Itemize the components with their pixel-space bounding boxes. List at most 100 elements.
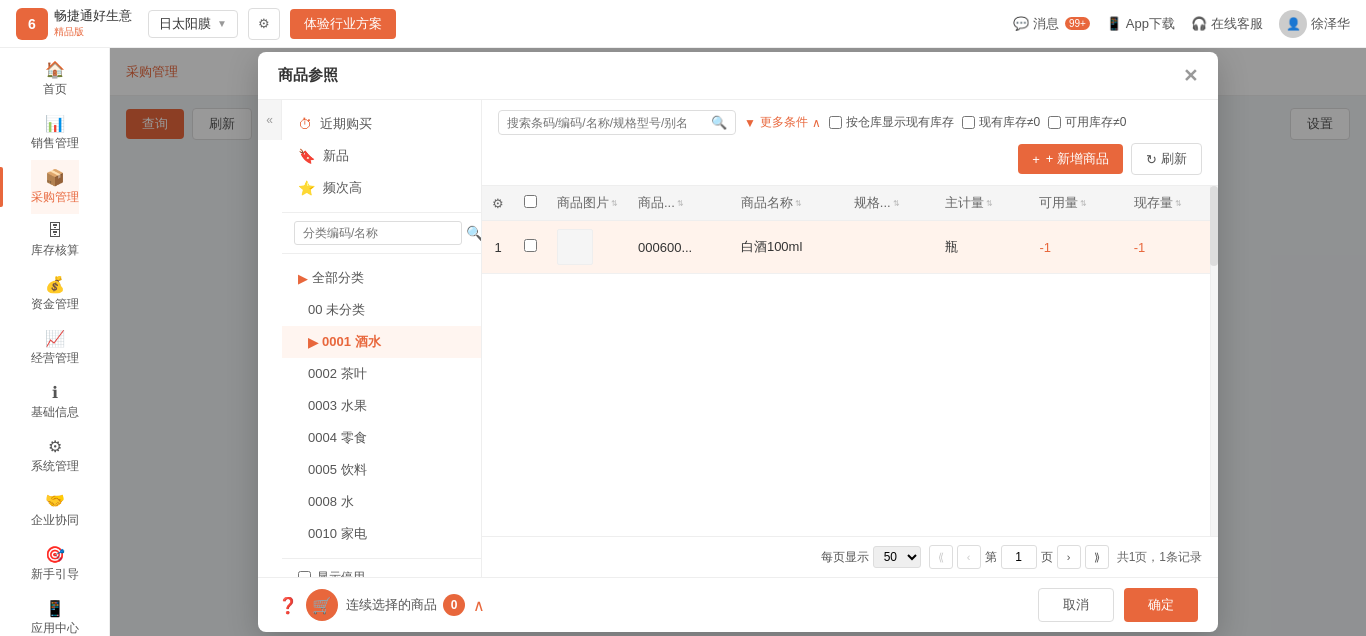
confirm-button[interactable]: 确定	[1124, 588, 1198, 622]
first-page-btn[interactable]: ⟪	[929, 545, 953, 569]
last-page-btn[interactable]: ⟫	[1085, 545, 1109, 569]
tag-icon: 🔖	[298, 148, 315, 164]
selected-count-area: 连续选择的商品 0	[346, 594, 465, 616]
th-unit[interactable]: 主计量 ⇅	[935, 186, 1029, 221]
close-icon[interactable]: ✕	[1183, 67, 1198, 85]
help-icon[interactable]: ❓	[278, 596, 298, 615]
available-stock-checkbox[interactable]	[1048, 116, 1061, 129]
nav-selector[interactable]: 日太阳膜 ▼	[148, 10, 238, 38]
trial-button[interactable]: 体验行业方案	[290, 9, 396, 39]
cat-item-0002[interactable]: 0002 茶叶	[282, 358, 481, 390]
th-name[interactable]: 商品名称 ⇅	[731, 186, 844, 221]
product-table-wrap: ⚙ 商品图片 ⇅ 商品... ⇅	[482, 186, 1218, 536]
next-page-btn[interactable]: ›	[1057, 545, 1081, 569]
cart-icon[interactable]: 🛒	[306, 589, 338, 621]
modal-overlay: 商品参照 ✕ « ⏱ 近期购买	[110, 48, 1366, 636]
frequent-tab[interactable]: ⭐ 频次高	[282, 172, 481, 204]
cat-label: 0004 零食	[308, 429, 367, 447]
collapse-panel-btn[interactable]: «	[258, 100, 282, 140]
search-icon[interactable]: 🔍	[711, 115, 727, 130]
footer-right: 取消 确定	[1038, 588, 1198, 622]
sidebar-item-system[interactable]: ⚙ 系统管理	[0, 429, 109, 483]
search-toolbar: 🔍 ▼ 更多条件 ∧ 按仓库显示现有库存	[482, 100, 1218, 186]
th-stock[interactable]: 现存量 ⇅	[1124, 186, 1218, 221]
cat-label: 0008 水	[308, 493, 354, 511]
sort-icon: ⇅	[795, 199, 802, 208]
filter-more-btn[interactable]: ▼ 更多条件 ∧	[744, 114, 821, 131]
cat-item-00[interactable]: 00 未分类	[282, 294, 481, 326]
cat-item-0003[interactable]: 0003 水果	[282, 390, 481, 422]
prev-page-btn[interactable]: ‹	[957, 545, 981, 569]
sidebar-item-purchase[interactable]: 📦 采购管理	[0, 160, 109, 214]
modal-body: « ⏱ 近期购买 🔖 新品	[258, 100, 1218, 577]
product-search-input[interactable]	[507, 116, 707, 130]
row-code: 000600...	[628, 221, 731, 274]
check-available-stock[interactable]: 可用库存≠0	[1048, 114, 1126, 131]
page-nav: ⟪ ‹ 第 页 › ⟫	[929, 545, 1109, 569]
refresh-button[interactable]: ↻ 刷新	[1131, 143, 1202, 175]
row-checkbox[interactable]	[514, 221, 547, 274]
sidebar-item-guide[interactable]: 🎯 新手引导	[0, 537, 109, 591]
cat-label: 0003 水果	[308, 397, 367, 415]
scrollbar-thumb[interactable]	[1210, 186, 1218, 266]
cat-item-0005[interactable]: 0005 饮料	[282, 454, 481, 486]
search-icon[interactable]: 🔍	[466, 225, 482, 241]
table-row[interactable]: 1 000600... 白酒100ml 瓶	[482, 221, 1218, 274]
inventory-icon: 🗄	[47, 222, 63, 240]
sidebar-item-finance[interactable]: 💰 资金管理	[0, 267, 109, 321]
display-disabled-area: 显示停用	[282, 558, 481, 577]
sidebar-item-operations[interactable]: 📈 经营管理	[0, 321, 109, 375]
row-available: -1	[1029, 221, 1123, 274]
check-label: 现有库存≠0	[979, 114, 1040, 131]
row-select-checkbox[interactable]	[524, 239, 537, 252]
th-spec[interactable]: 规格... ⇅	[844, 186, 935, 221]
sidebar-item-basics[interactable]: ℹ 基础信息	[0, 375, 109, 429]
count-badge: 0	[443, 594, 465, 616]
message-btn[interactable]: 💬 消息 99+	[1013, 15, 1090, 33]
cat-item-all[interactable]: ▶ 全部分类	[282, 262, 481, 294]
app-download-btn[interactable]: 📱 App下载	[1106, 15, 1175, 33]
check-warehouse-stock[interactable]: 按仓库显示现有库存	[829, 114, 954, 131]
cat-item-0001[interactable]: ▶ 0001 酒水	[282, 326, 481, 358]
sidebar-item-home[interactable]: 🏠 首页	[0, 52, 109, 106]
selected-label: 连续选择的商品	[346, 596, 437, 614]
cat-item-0008[interactable]: 0008 水	[282, 486, 481, 518]
add-product-button[interactable]: + + 新增商品	[1018, 144, 1123, 174]
nonzero-stock-checkbox[interactable]	[962, 116, 975, 129]
filter-label: 更多条件	[760, 114, 808, 131]
cat-label: 0005 饮料	[308, 461, 367, 479]
online-service-btn[interactable]: 🎧 在线客服	[1191, 15, 1263, 33]
chevron-down-icon: ▼	[217, 18, 227, 29]
sidebar-label: 基础信息	[31, 404, 79, 421]
category-search-input[interactable]	[294, 221, 462, 245]
ops-icon: 📈	[45, 329, 65, 348]
sidebar-item-collab[interactable]: 🤝 企业协同	[0, 483, 109, 537]
message-badge: 99+	[1065, 17, 1090, 30]
check-nonzero-stock[interactable]: 现有库存≠0	[962, 114, 1040, 131]
sidebar-item-sales[interactable]: 📊 销售管理	[0, 106, 109, 160]
th-available[interactable]: 可用量 ⇅	[1029, 186, 1123, 221]
page-size-select[interactable]: 50	[873, 546, 921, 568]
th-checkbox[interactable]	[514, 186, 547, 221]
sidebar-item-inventory[interactable]: 🗄 库存核算	[0, 214, 109, 267]
top-right-area: 💬 消息 99+ 📱 App下载 🎧 在线客服 👤 徐泽华	[1013, 10, 1350, 38]
cat-item-0004[interactable]: 0004 零食	[282, 422, 481, 454]
user-area[interactable]: 👤 徐泽华	[1279, 10, 1350, 38]
cat-item-0010[interactable]: 0010 家电	[282, 518, 481, 550]
cancel-button[interactable]: 取消	[1038, 588, 1114, 622]
table-header-row: ⚙ 商品图片 ⇅ 商品... ⇅	[482, 186, 1218, 221]
new-products-tab[interactable]: 🔖 新品	[282, 140, 481, 172]
th-code[interactable]: 商品... ⇅	[628, 186, 731, 221]
footer-left: ❓ 🛒 连续选择的商品 0 ∧	[278, 589, 485, 621]
settings-icon[interactable]: ⚙	[248, 8, 280, 40]
sidebar-item-appstore[interactable]: 📱 应用中心	[0, 591, 109, 636]
th-settings[interactable]: ⚙	[482, 186, 514, 221]
recent-purchase-tab[interactable]: ⏱ 近期购买	[282, 108, 481, 140]
system-icon: ⚙	[48, 437, 62, 456]
warehouse-stock-checkbox[interactable]	[829, 116, 842, 129]
select-all-checkbox[interactable]	[524, 195, 537, 208]
message-icon: 💬	[1013, 16, 1029, 31]
right-panel: 🔍 ▼ 更多条件 ∧ 按仓库显示现有库存	[482, 100, 1218, 577]
collapse-up-icon[interactable]: ∧	[473, 596, 485, 615]
page-number-input[interactable]	[1001, 545, 1037, 569]
